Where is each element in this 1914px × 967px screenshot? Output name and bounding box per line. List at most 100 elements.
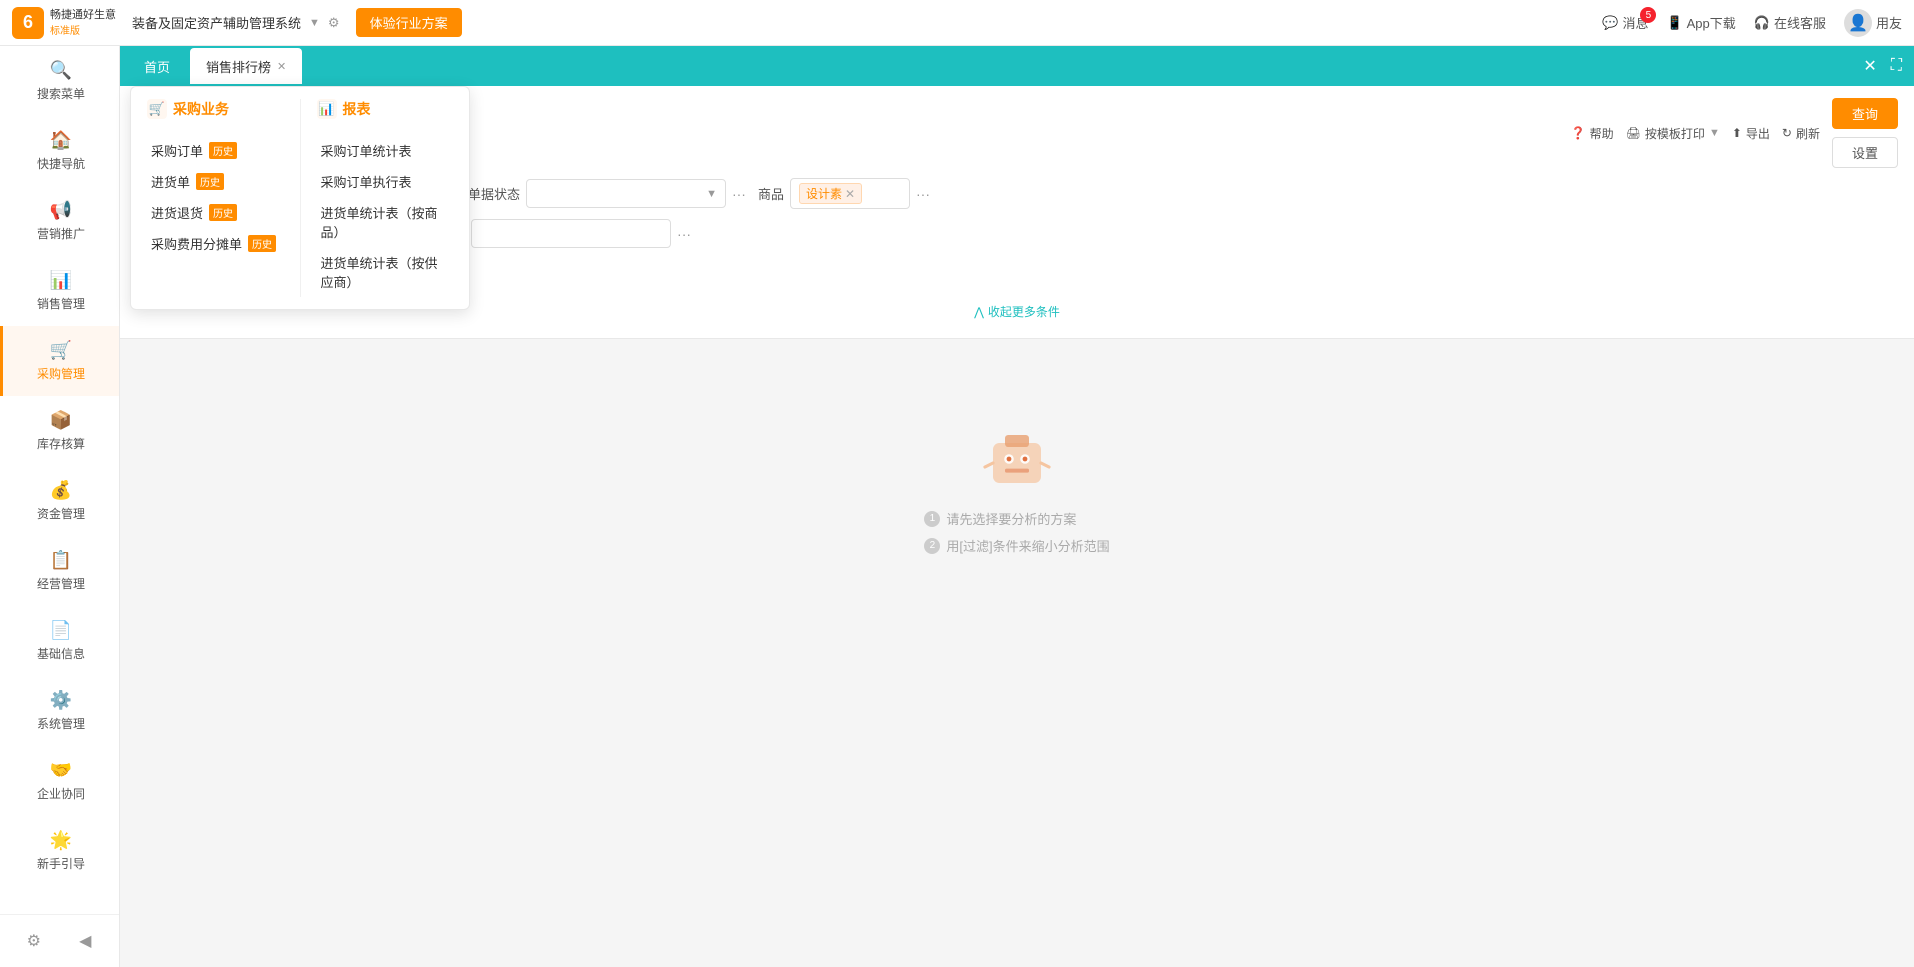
online-service-btn[interactable]: 🎧 在线客服 — [1754, 13, 1826, 32]
sidebar-item-label: 快捷导航 — [37, 155, 85, 172]
sidebar-item-label: 搜索菜单 — [37, 85, 85, 102]
query-button[interactable]: 查询 — [1832, 98, 1898, 129]
refresh-btn[interactable]: ↻ 刷新 — [1782, 125, 1820, 142]
sidebar-item-quick[interactable]: 🏠 快捷导航 — [0, 116, 119, 186]
menu-item-inbound[interactable]: 进货单 历史 — [147, 166, 284, 197]
sidebar-item-sales[interactable]: 📊 销售管理 — [0, 256, 119, 326]
sidebar: 🔍 搜索菜单 🏠 快捷导航 📢 营销推广 📊 销售管理 🛒 采购管理 📦 库存核… — [0, 46, 120, 967]
logo-area: 6 畅捷通好生意 标准版 — [12, 7, 132, 39]
doc-status-ellipsis[interactable]: ··· — [732, 186, 746, 202]
menu-item-label: 采购订单 — [151, 141, 203, 160]
menu-item-label: 进货单 — [151, 172, 190, 191]
help-btn[interactable]: ❓ 帮助 — [1571, 125, 1614, 142]
sidebar-item-basic[interactable]: 📄 基础信息 — [0, 606, 119, 676]
chevron-down-icon[interactable]: ▼ — [309, 17, 320, 29]
tag-close-icon[interactable]: ✕ — [845, 187, 855, 201]
purchase-col-header: 🛒 采购业务 — [147, 99, 284, 125]
purchase-icon: 🛒 — [50, 340, 72, 361]
sidebar-item-guide[interactable]: 🌟 新手引导 — [0, 816, 119, 886]
search-icon: 🔍 — [50, 60, 72, 81]
sidebar-settings-btn[interactable]: ⚙ — [12, 927, 56, 955]
user-area[interactable]: 👤 用友 — [1844, 9, 1902, 37]
sidebar-item-purchase[interactable]: 🛒 采购管理 — [0, 326, 119, 396]
menu-item-purchase-order[interactable]: 采购订单 历史 — [147, 135, 284, 166]
sidebar-item-cooperation[interactable]: 🤝 企业协同 — [0, 746, 119, 816]
collapse-label: 收起更多条件 — [988, 303, 1060, 320]
menu-item-label: 进货单统计表（按商品） — [321, 203, 450, 241]
menu-item-inbound-stat-product[interactable]: 进货单统计表（按商品） — [317, 197, 454, 247]
report-col: 📊 报表 采购订单统计表 采购订单执行表 进货单统计表（按商品） 进货单统计表（… — [300, 99, 470, 297]
menu-item-label: 进货退货 — [151, 203, 203, 222]
help-icon: ❓ — [1571, 126, 1586, 140]
sidebar-item-search[interactable]: 🔍 搜索菜单 — [0, 46, 119, 116]
export-btn[interactable]: ⬆ 导出 — [1732, 125, 1770, 142]
avatar: 👤 — [1844, 9, 1872, 37]
menu-item-expense[interactable]: 采购费用分摊单 历史 — [147, 228, 284, 259]
menu-item-inbound-stat-supplier[interactable]: 进货单统计表（按供应商） — [317, 247, 454, 297]
empty-state: 1 请先选择要分析的方案 2 用[过滤]条件来缩小分析范围 — [120, 339, 1914, 635]
tab-sales-rank[interactable]: 销售排行榜 ✕ — [190, 48, 302, 84]
history-badge: 历史 — [209, 142, 237, 159]
sales-icon: 📊 — [50, 270, 72, 291]
product-tag[interactable]: 设计素 ✕ — [799, 183, 862, 204]
print-btn[interactable]: 🖨 按模板打印 ▼ — [1626, 125, 1720, 142]
headset-icon: 🎧 — [1754, 15, 1770, 31]
industry-btn[interactable]: 体验行业方案 — [356, 8, 462, 37]
report-col-title: 报表 — [343, 99, 371, 119]
system-title-text: 装备及固定资产辅助管理系统 — [132, 13, 301, 32]
user-label: 用友 — [1876, 13, 1902, 32]
system-icon: ⚙️ — [50, 690, 72, 711]
basic-icon: 📄 — [50, 620, 72, 641]
refresh-label: 刷新 — [1796, 125, 1820, 142]
product-filter: 商品 设计素 ✕ ··· — [758, 178, 930, 209]
menu-item-return[interactable]: 进货退货 历史 — [147, 197, 284, 228]
help-label: 帮助 — [1590, 125, 1614, 142]
export-label: 导出 — [1746, 125, 1770, 142]
salesperson-select[interactable] — [471, 219, 671, 248]
system-title-area: 装备及固定资产辅助管理系统 ▼ ⚙ 体验行业方案 — [132, 8, 1602, 37]
salesperson-placeholder — [480, 224, 493, 243]
sidebar-collapse-btn[interactable]: ◀ — [64, 927, 108, 955]
sidebar-item-label: 新手引导 — [37, 855, 85, 872]
app-label: App下载 — [1687, 13, 1736, 32]
tab-home[interactable]: 首页 — [128, 48, 186, 84]
app-download-btn[interactable]: 📱 App下载 — [1666, 13, 1735, 32]
collapse-btn[interactable]: ⋀ 收起更多条件 — [974, 303, 1060, 320]
sidebar-item-inventory[interactable]: 📦 库存核算 — [0, 396, 119, 466]
cooperation-icon: 🤝 — [50, 760, 72, 781]
sidebar-item-label: 系统管理 — [37, 715, 85, 732]
product-select[interactable]: 设计素 ✕ — [790, 178, 910, 209]
salesperson-ellipsis[interactable]: ··· — [677, 226, 691, 242]
menu-item-label: 进货单统计表（按供应商） — [321, 253, 450, 291]
menu-item-purchase-order-stat[interactable]: 采购订单统计表 — [317, 135, 454, 166]
menu-item-purchase-order-exec[interactable]: 采购订单执行表 — [317, 166, 454, 197]
purchase-col: 🛒 采购业务 采购订单 历史 进货单 历史 进货退货 历史 采购费用分摊单 历史 — [131, 99, 300, 297]
settings-button[interactable]: 设置 — [1832, 137, 1898, 168]
maximize-icon[interactable]: ⛶ — [1887, 55, 1906, 77]
sidebar-item-system[interactable]: ⚙️ 系统管理 — [0, 676, 119, 746]
logo-title: 畅捷通好生意 — [50, 8, 116, 22]
collapse-up-icon: ⋀ — [974, 305, 984, 319]
message-icon: 💬 — [1602, 15, 1618, 31]
print-label: 按模板打印 — [1645, 125, 1705, 142]
doc-status-select[interactable]: ▼ — [526, 179, 726, 208]
chevron-icon: ▼ — [706, 188, 717, 200]
close-window-icon[interactable]: ✕ — [1859, 54, 1880, 78]
sidebar-item-label: 基础信息 — [37, 645, 85, 662]
top-right: 💬 消息 5 📱 App下载 🎧 在线客服 👤 用友 — [1602, 9, 1902, 37]
print-icon: 🖨 — [1626, 126, 1641, 140]
marketing-icon: 📢 — [50, 200, 72, 221]
product-ellipsis[interactable]: ··· — [916, 186, 930, 202]
gear-icon[interactable]: ⚙ — [328, 15, 340, 31]
sidebar-item-finance[interactable]: 💰 资金管理 — [0, 466, 119, 536]
sidebar-item-label: 库存核算 — [37, 435, 85, 452]
report-col-icon: 📊 — [317, 99, 337, 119]
hint-1: 1 请先选择要分析的方案 — [924, 509, 1109, 528]
message-btn[interactable]: 💬 消息 5 — [1602, 13, 1648, 32]
doc-status-filter: 单据状态 ▼ ··· — [468, 179, 746, 208]
dropdown-columns: 🛒 采购业务 采购订单 历史 进货单 历史 进货退货 历史 采购费用分摊单 历史 — [131, 99, 469, 297]
tab-close-icon[interactable]: ✕ — [277, 60, 286, 73]
sidebar-item-marketing[interactable]: 📢 营销推广 — [0, 186, 119, 256]
logo-icon: 6 — [12, 7, 44, 39]
sidebar-item-operation[interactable]: 📋 经营管理 — [0, 536, 119, 606]
